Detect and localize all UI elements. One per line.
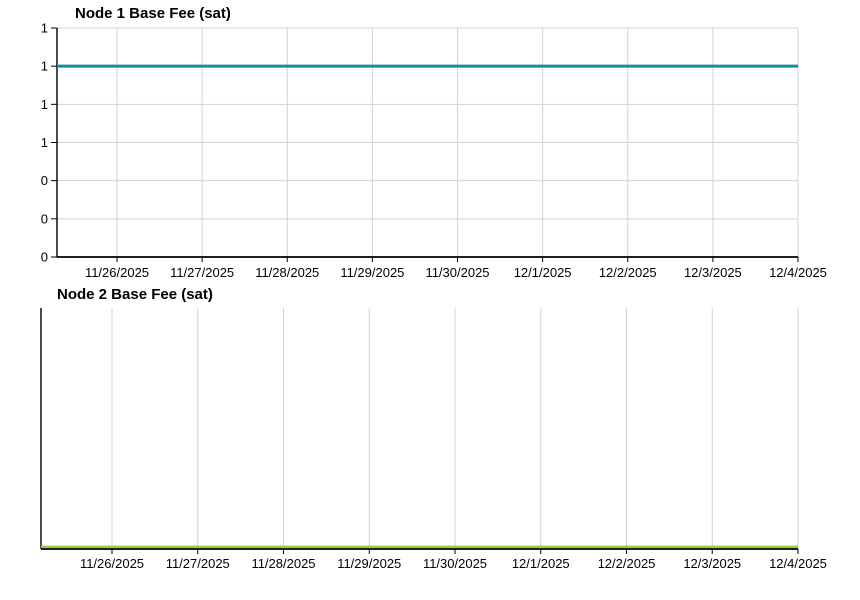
- x-tick-label: 11/27/2025: [170, 265, 234, 280]
- x-tick-label: 12/3/2025: [684, 265, 742, 280]
- x-tick-label: 11/27/2025: [166, 556, 230, 571]
- x-tick-label: 12/2/2025: [599, 265, 657, 280]
- x-tick-label: 11/26/2025: [80, 556, 144, 571]
- y-tick-label: 1: [41, 59, 48, 74]
- x-tick-label: 11/28/2025: [255, 265, 319, 280]
- y-tick-label: 0: [41, 173, 48, 188]
- x-tick-label: 11/28/2025: [251, 556, 315, 571]
- x-tick-label: 12/4/2025: [769, 265, 827, 280]
- x-tick-label: 12/3/2025: [683, 556, 741, 571]
- x-tick-label: 11/29/2025: [340, 265, 404, 280]
- y-tick-label: 1: [41, 21, 48, 36]
- y-tick-label: 0: [41, 250, 48, 265]
- x-tick-label: 12/1/2025: [512, 556, 570, 571]
- charts-canvas: 11/26/2025 11/27/2025 11/28/2025 11/29/2025…: [40, 21, 827, 571]
- x-tick-label: 11/29/2025: [337, 556, 401, 571]
- x-tick-label: 11/30/2025: [425, 265, 489, 280]
- x-tick-label: 12/2/2025: [598, 556, 656, 571]
- fee-charts-page: Node 1 Base Fee (sat) Node 2 Base Fee (s…: [0, 0, 860, 600]
- x-tick-label: 12/1/2025: [514, 265, 572, 280]
- x-tick-label: 11/30/2025: [423, 556, 487, 571]
- y-tick-label: 1: [41, 135, 48, 150]
- x-tick-label: 11/26/2025: [85, 265, 149, 280]
- y-tick-label: 0: [41, 211, 48, 226]
- x-tick-label: 12/4/2025: [769, 556, 827, 571]
- y-tick-label: 1: [41, 97, 48, 112]
